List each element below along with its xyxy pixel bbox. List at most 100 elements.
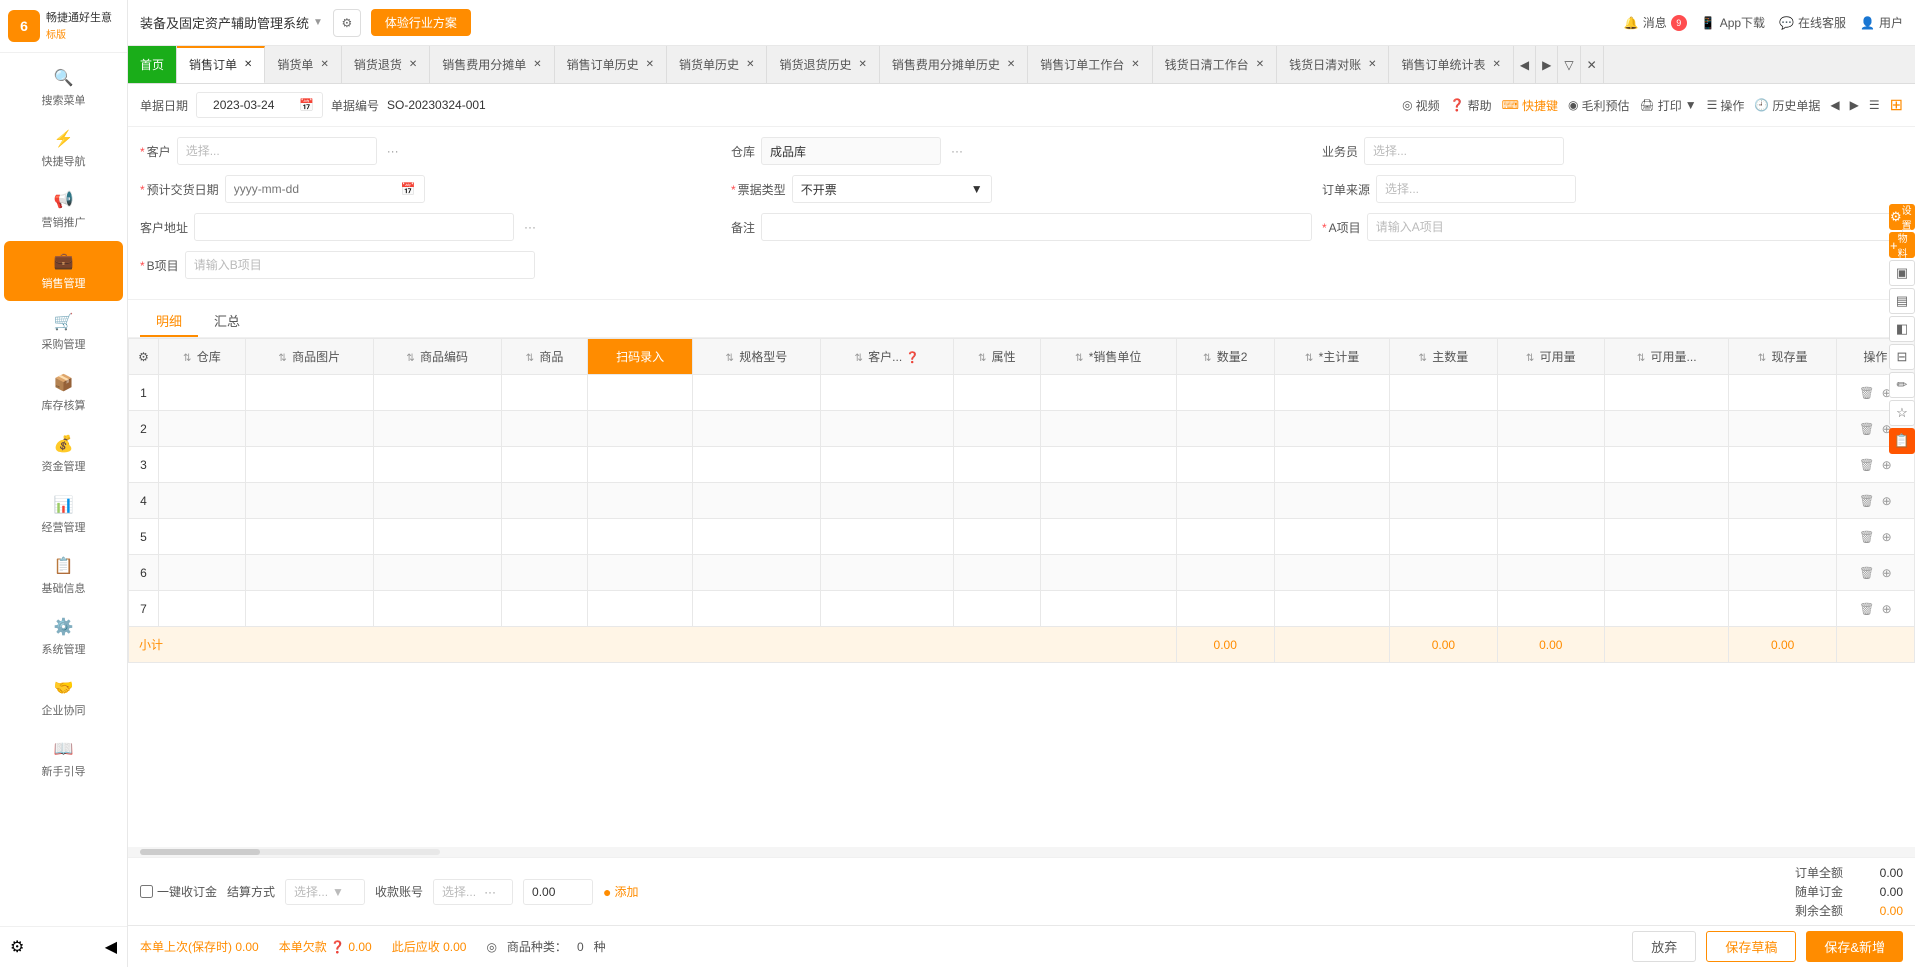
row-available[interactable] xyxy=(1497,447,1604,483)
date-picker-icon[interactable]: 📅 xyxy=(401,182,416,196)
row-product[interactable] xyxy=(501,483,588,519)
salesman-input[interactable] xyxy=(1364,137,1564,165)
row-spec[interactable] xyxy=(692,483,820,519)
sidebar-item-quick[interactable]: ⚡ 快捷导航 xyxy=(4,119,123,179)
row-available[interactable] xyxy=(1497,519,1604,555)
row-product[interactable] xyxy=(501,411,588,447)
row-code[interactable] xyxy=(373,483,501,519)
tool-shortcuts[interactable]: ⌨ 快捷键 xyxy=(1502,97,1558,114)
row-image[interactable] xyxy=(245,555,373,591)
scroll-thumb[interactable] xyxy=(140,849,260,855)
row-customer-code[interactable] xyxy=(820,375,953,411)
tab-nav-right[interactable]: ▶ xyxy=(1536,46,1558,84)
row-qty2[interactable] xyxy=(1176,591,1274,627)
tool-video[interactable]: ◎ 视频 xyxy=(1402,97,1440,114)
row-available2[interactable] xyxy=(1604,411,1728,447)
row-attribute[interactable] xyxy=(953,411,1040,447)
sidebar-collapse-icon[interactable]: ◀ xyxy=(105,937,117,957)
row-product[interactable] xyxy=(501,519,588,555)
row-scan[interactable] xyxy=(588,519,692,555)
row-warehouse[interactable] xyxy=(159,483,246,519)
tab-close-icon[interactable]: ✕ xyxy=(320,59,328,70)
new-doc-icon[interactable]: ⊞ xyxy=(1890,95,1903,115)
row-scan[interactable] xyxy=(588,447,692,483)
row-main-qty[interactable] xyxy=(1390,411,1497,447)
tool-history[interactable]: 🕘 历史单据 xyxy=(1754,97,1820,114)
row-ops[interactable]: 🗑 ⊕ xyxy=(1836,591,1914,627)
row-product[interactable] xyxy=(501,555,588,591)
row-ops[interactable]: 🗑 ⊕ xyxy=(1836,483,1914,519)
row-ops[interactable]: 🗑 ⊕ xyxy=(1836,555,1914,591)
tab-order-stats[interactable]: 销售订单统计表 ✕ xyxy=(1389,46,1513,84)
right-tb-addrow[interactable]: + 物料 xyxy=(1889,232,1915,258)
amount-input[interactable] xyxy=(523,879,593,905)
row-customer-code[interactable] xyxy=(820,411,953,447)
tab-close-icon[interactable]: ✕ xyxy=(1256,59,1264,70)
notes-input[interactable] xyxy=(761,213,1312,241)
receipt-account-select[interactable]: 选择... ··· xyxy=(433,879,513,905)
tab-nav-expand[interactable]: ▽ xyxy=(1558,46,1580,84)
row-available[interactable] xyxy=(1497,375,1604,411)
prev-nav-icon[interactable]: ◀ xyxy=(1830,98,1839,112)
row-code[interactable] xyxy=(373,411,501,447)
row-ops[interactable]: 🗑 ⊕ xyxy=(1836,519,1914,555)
row-stock[interactable] xyxy=(1729,411,1836,447)
sidebar-item-inventory[interactable]: 📦 库存核算 xyxy=(4,363,123,423)
scroll-track[interactable] xyxy=(140,849,440,855)
row-sales-unit[interactable] xyxy=(1040,375,1176,411)
notification-item[interactable]: 🔔 消息 9 xyxy=(1624,14,1687,31)
row-spec[interactable] xyxy=(692,555,820,591)
row-qty2[interactable] xyxy=(1176,555,1274,591)
sidebar-item-search[interactable]: 🔍 搜索菜单 xyxy=(4,58,123,118)
row-customer-code[interactable] xyxy=(820,591,953,627)
copy-icon[interactable]: ⊕ xyxy=(1882,458,1892,472)
save-new-button[interactable]: 保存&新增 xyxy=(1806,931,1903,962)
row-sales-unit[interactable] xyxy=(1040,519,1176,555)
tab-invoice-history[interactable]: 销货单历史 ✕ xyxy=(667,46,767,84)
row-code[interactable] xyxy=(373,375,501,411)
right-tb-expand5[interactable]: ✏ xyxy=(1889,372,1915,398)
customer-address-input[interactable] xyxy=(194,213,514,241)
row-available[interactable] xyxy=(1497,483,1604,519)
sidebar-item-finance[interactable]: 💰 资金管理 xyxy=(4,424,123,484)
row-scan[interactable] xyxy=(588,555,692,591)
row-available[interactable] xyxy=(1497,591,1604,627)
copy-icon[interactable]: ⊕ xyxy=(1882,494,1892,508)
delete-icon[interactable]: 🗑 xyxy=(1859,386,1874,400)
delete-icon[interactable]: 🗑 xyxy=(1859,422,1874,436)
row-warehouse[interactable] xyxy=(159,555,246,591)
tab-close-icon[interactable]: ✕ xyxy=(1368,59,1376,70)
receipt-more-icon[interactable]: ··· xyxy=(480,885,500,899)
b-project-input[interactable] xyxy=(185,251,535,279)
row-attribute[interactable] xyxy=(953,483,1040,519)
row-scan[interactable] xyxy=(588,411,692,447)
row-stock[interactable] xyxy=(1729,519,1836,555)
right-tb-expand1[interactable]: ▣ xyxy=(1889,260,1915,286)
row-customer-code[interactable] xyxy=(820,519,953,555)
row-code[interactable] xyxy=(373,555,501,591)
delete-icon[interactable]: 🗑 xyxy=(1859,602,1874,616)
tool-actions[interactable]: ☰ 操作 xyxy=(1707,97,1745,114)
tab-sales-order-history[interactable]: 销售订单历史 ✕ xyxy=(555,46,667,84)
tab-daily-reconcile[interactable]: 钱货日清对账 ✕ xyxy=(1277,46,1389,84)
sidebar-item-system[interactable]: ⚙️ 系统管理 xyxy=(4,607,123,667)
tool-print[interactable]: 🖨 打印 ▼ xyxy=(1639,97,1696,114)
row-sales-unit[interactable] xyxy=(1040,555,1176,591)
row-code[interactable] xyxy=(373,519,501,555)
row-main-qty[interactable] xyxy=(1390,447,1497,483)
sidebar-settings-icon[interactable]: ⚙ xyxy=(10,937,24,957)
row-image[interactable] xyxy=(245,375,373,411)
row-main-unit[interactable] xyxy=(1274,555,1389,591)
online-support-item[interactable]: 💬 在线客服 xyxy=(1779,14,1846,31)
row-sales-unit[interactable] xyxy=(1040,483,1176,519)
row-available2[interactable] xyxy=(1604,483,1728,519)
row-stock[interactable] xyxy=(1729,375,1836,411)
copy-icon[interactable]: ⊕ xyxy=(1882,566,1892,580)
calendar-icon[interactable]: 📅 xyxy=(299,98,314,112)
row-stock[interactable] xyxy=(1729,447,1836,483)
row-spec[interactable] xyxy=(692,411,820,447)
sidebar-item-operations[interactable]: 📊 经营管理 xyxy=(4,485,123,545)
tab-close-icon[interactable]: ✕ xyxy=(858,59,866,70)
tool-help[interactable]: ❓ 帮助 xyxy=(1450,97,1492,114)
row-main-qty[interactable] xyxy=(1390,483,1497,519)
